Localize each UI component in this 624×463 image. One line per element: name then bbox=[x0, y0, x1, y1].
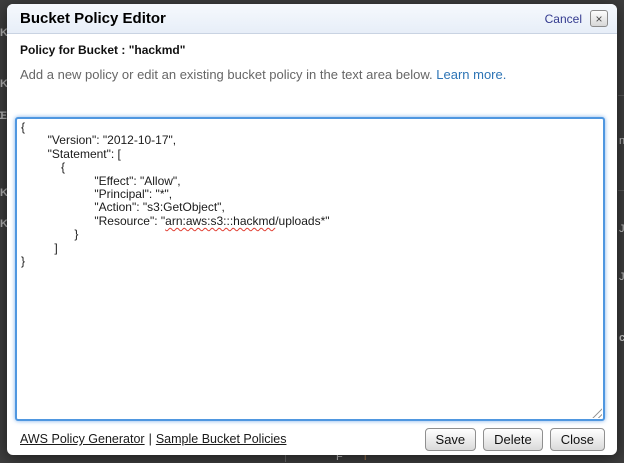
background-row-divider bbox=[618, 95, 624, 96]
policy-line: } bbox=[21, 255, 599, 268]
description-body: Add a new policy or edit an existing buc… bbox=[20, 67, 433, 82]
background-row-divider bbox=[618, 190, 624, 191]
policy-line: { bbox=[21, 161, 599, 174]
policy-line: } bbox=[21, 228, 599, 241]
save-button[interactable]: Save bbox=[425, 428, 477, 451]
footer-buttons: Save Delete Close bbox=[425, 428, 605, 451]
link-separator: | bbox=[149, 432, 152, 446]
close-icon: × bbox=[595, 12, 602, 26]
dialog-title: Bucket Policy Editor bbox=[20, 10, 166, 27]
close-icon-button[interactable]: × bbox=[590, 10, 608, 27]
policy-line: "Statement": [ bbox=[21, 148, 599, 161]
policy-line: ] bbox=[21, 242, 599, 255]
policy-textarea[interactable]: { "Version": "2012-10-17", "Statement": … bbox=[15, 117, 605, 421]
policy-line: "Action": "s3:GetObject", bbox=[21, 201, 599, 214]
aws-policy-generator-link[interactable]: AWS Policy Generator bbox=[20, 432, 145, 446]
policy-line: { bbox=[21, 121, 599, 134]
background-column-divider bbox=[285, 455, 286, 462]
background-text-fragment: c bbox=[619, 332, 624, 344]
background-text-fragment: Œ bbox=[0, 110, 7, 122]
background-text-fragment: J bbox=[619, 223, 624, 235]
dialog-footer: AWS Policy Generator | Sample Bucket Polic… bbox=[20, 426, 605, 452]
policy-text: /uploads*" bbox=[275, 214, 329, 228]
background-text-fragment: J bbox=[619, 271, 624, 283]
sample-bucket-policies-link[interactable]: Sample Bucket Policies bbox=[156, 432, 287, 446]
close-button[interactable]: Close bbox=[550, 428, 605, 451]
resize-handle-icon[interactable] bbox=[591, 407, 602, 418]
background-text-fragment: n bbox=[619, 135, 624, 147]
delete-button[interactable]: Delete bbox=[483, 428, 543, 451]
cancel-link[interactable]: Cancel bbox=[545, 12, 582, 26]
footer-links: AWS Policy Generator | Sample Bucket Polic… bbox=[20, 432, 286, 446]
policy-for-bucket-label: Policy for Bucket : "hackmd" bbox=[20, 43, 604, 57]
dialog-header: Bucket Policy Editor Cancel × bbox=[7, 4, 617, 34]
spellcheck-misspelled-text: arn:aws:s3:::hackmd bbox=[165, 214, 275, 228]
bucket-policy-editor-dialog: Bucket Policy Editor Cancel × Policy for… bbox=[7, 4, 617, 455]
policy-text: "Resource": " bbox=[21, 214, 165, 228]
policy-line: "Effect": "Allow", bbox=[21, 175, 599, 188]
policy-line: "Version": "2012-10-17", bbox=[21, 134, 599, 147]
description-text: Add a new policy or edit an existing buc… bbox=[20, 67, 604, 82]
policy-line: "Resource": "arn:aws:s3:::hackmd/uploads… bbox=[21, 215, 599, 228]
learn-more-link[interactable]: Learn more. bbox=[436, 67, 506, 82]
policy-line: "Principal": "*", bbox=[21, 188, 599, 201]
